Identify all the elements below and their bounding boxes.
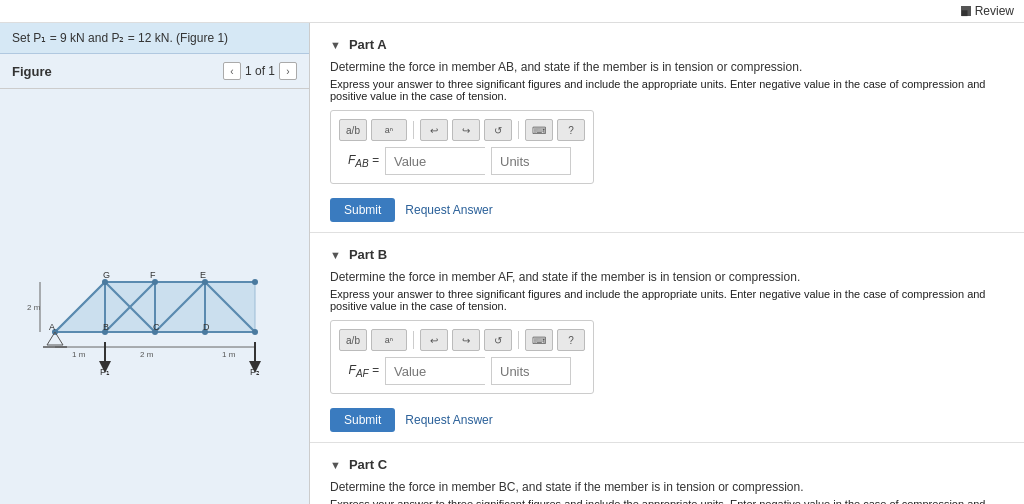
keyboard-button-b[interactable]: ⌨ <box>525 329 553 351</box>
part-b-input-row: FAF = <box>339 357 585 385</box>
svg-text:P₂: P₂ <box>250 367 260 377</box>
superscript-button-b[interactable]: aⁿ <box>371 329 407 351</box>
part-b-units-input[interactable] <box>491 357 571 385</box>
svg-text:C: C <box>153 322 160 332</box>
frac-button-b[interactable]: a/b <box>339 329 367 351</box>
part-b-instruction-sub: Express your answer to three significant… <box>330 288 1004 312</box>
svg-text:2 m: 2 m <box>140 350 154 359</box>
svg-point-37 <box>252 279 258 285</box>
help-button-a[interactable]: ? <box>557 119 585 141</box>
part-c-section: ▼ Part C Determine the force in member B… <box>310 443 1024 504</box>
part-b-submit-button[interactable]: Submit <box>330 408 395 432</box>
figure-nav-label: 1 of 1 <box>245 64 275 78</box>
main-layout: Set P₁ = 9 kN and P₂ = 12 kN. (Figure 1)… <box>0 23 1024 504</box>
part-a-answer-box: a/b aⁿ ↩ ↪ ↺ ⌨ ? FAB = <box>330 110 594 184</box>
review-label: Review <box>975 4 1014 18</box>
sep1-b <box>413 331 414 349</box>
figure-title: Figure <box>12 64 52 79</box>
svg-text:D: D <box>203 322 210 332</box>
left-panel: Set P₁ = 9 kN and P₂ = 12 kN. (Figure 1)… <box>0 23 310 504</box>
part-b-label: Part B <box>349 247 387 262</box>
redo-button-b[interactable]: ↪ <box>452 329 480 351</box>
part-a-input-row: FAB = <box>339 147 585 175</box>
part-a-value-input[interactable] <box>385 147 485 175</box>
part-c-instruction-sub: Express your answer to three significant… <box>330 498 1004 504</box>
part-c-label: Part C <box>349 457 387 472</box>
svg-text:A: A <box>49 322 55 332</box>
top-bar: ■ Review <box>0 0 1024 23</box>
part-a-header: ▼ Part A <box>330 37 1004 52</box>
svg-text:1 m: 1 m <box>222 350 236 359</box>
figure-area: A B C D G F E 2 m 1 m 2 m 1 m <box>0 89 309 504</box>
keyboard-button-a[interactable]: ⌨ <box>525 119 553 141</box>
part-b-instruction-main: Determine the force in member AF, and st… <box>330 270 1004 284</box>
part-a-submit-button[interactable]: Submit <box>330 198 395 222</box>
part-a-section: ▼ Part A Determine the force in member A… <box>310 23 1024 233</box>
sep1-a <box>413 121 414 139</box>
part-b-actions: Submit Request Answer <box>330 408 1004 432</box>
sep2-a <box>518 121 519 139</box>
right-panel: ▼ Part A Determine the force in member A… <box>310 23 1024 504</box>
part-b-field-label: FAF = <box>339 363 379 379</box>
svg-text:E: E <box>200 270 206 280</box>
part-a-request-link[interactable]: Request Answer <box>405 203 492 217</box>
svg-text:G: G <box>103 270 110 280</box>
part-a-instruction-main: Determine the force in member AB, and st… <box>330 60 1004 74</box>
part-b-section: ▼ Part B Determine the force in member A… <box>310 233 1024 443</box>
part-b-header: ▼ Part B <box>330 247 1004 262</box>
figure-header: Figure ‹ 1 of 1 › <box>0 54 309 89</box>
svg-text:B: B <box>103 322 109 332</box>
part-a-actions: Submit Request Answer <box>330 198 1004 222</box>
part-c-header: ▼ Part C <box>330 457 1004 472</box>
review-button[interactable]: ■ Review <box>961 4 1014 18</box>
superscript-button-a[interactable]: aⁿ <box>371 119 407 141</box>
svg-text:F: F <box>150 270 156 280</box>
part-a-field-label: FAB = <box>339 153 379 169</box>
svg-text:1 m: 1 m <box>72 350 86 359</box>
part-a-collapse[interactable]: ▼ <box>330 39 341 51</box>
part-a-instruction-sub: Express your answer to three significant… <box>330 78 1004 102</box>
nav-next-button[interactable]: › <box>279 62 297 80</box>
reset-button-b[interactable]: ↺ <box>484 329 512 351</box>
figure-svg: A B C D G F E 2 m 1 m 2 m 1 m <box>25 217 285 377</box>
redo-button-a[interactable]: ↪ <box>452 119 480 141</box>
svg-text:P₁: P₁ <box>100 367 110 377</box>
given-info: Set P₁ = 9 kN and P₂ = 12 kN. (Figure 1) <box>0 23 309 54</box>
svg-point-33 <box>252 329 258 335</box>
undo-button-b[interactable]: ↩ <box>420 329 448 351</box>
help-button-b[interactable]: ? <box>557 329 585 351</box>
part-a-units-input[interactable] <box>491 147 571 175</box>
sep2-b <box>518 331 519 349</box>
given-info-text: Set P₁ = 9 kN and P₂ = 12 kN. (Figure 1) <box>12 31 228 45</box>
part-c-instruction-main: Determine the force in member BC, and st… <box>330 480 1004 494</box>
figure-nav: ‹ 1 of 1 › <box>223 62 297 80</box>
undo-button-a[interactable]: ↩ <box>420 119 448 141</box>
part-c-collapse[interactable]: ▼ <box>330 459 341 471</box>
frac-button-a[interactable]: a/b <box>339 119 367 141</box>
part-a-label: Part A <box>349 37 387 52</box>
nav-prev-button[interactable]: ‹ <box>223 62 241 80</box>
svg-text:2 m: 2 m <box>27 303 41 312</box>
part-b-request-link[interactable]: Request Answer <box>405 413 492 427</box>
review-icon: ■ <box>961 6 971 16</box>
part-b-answer-box: a/b aⁿ ↩ ↪ ↺ ⌨ ? FAF = <box>330 320 594 394</box>
reset-button-a[interactable]: ↺ <box>484 119 512 141</box>
part-a-toolbar: a/b aⁿ ↩ ↪ ↺ ⌨ ? <box>339 119 585 141</box>
part-b-collapse[interactable]: ▼ <box>330 249 341 261</box>
part-b-value-input[interactable] <box>385 357 485 385</box>
part-b-toolbar: a/b aⁿ ↩ ↪ ↺ ⌨ ? <box>339 329 585 351</box>
